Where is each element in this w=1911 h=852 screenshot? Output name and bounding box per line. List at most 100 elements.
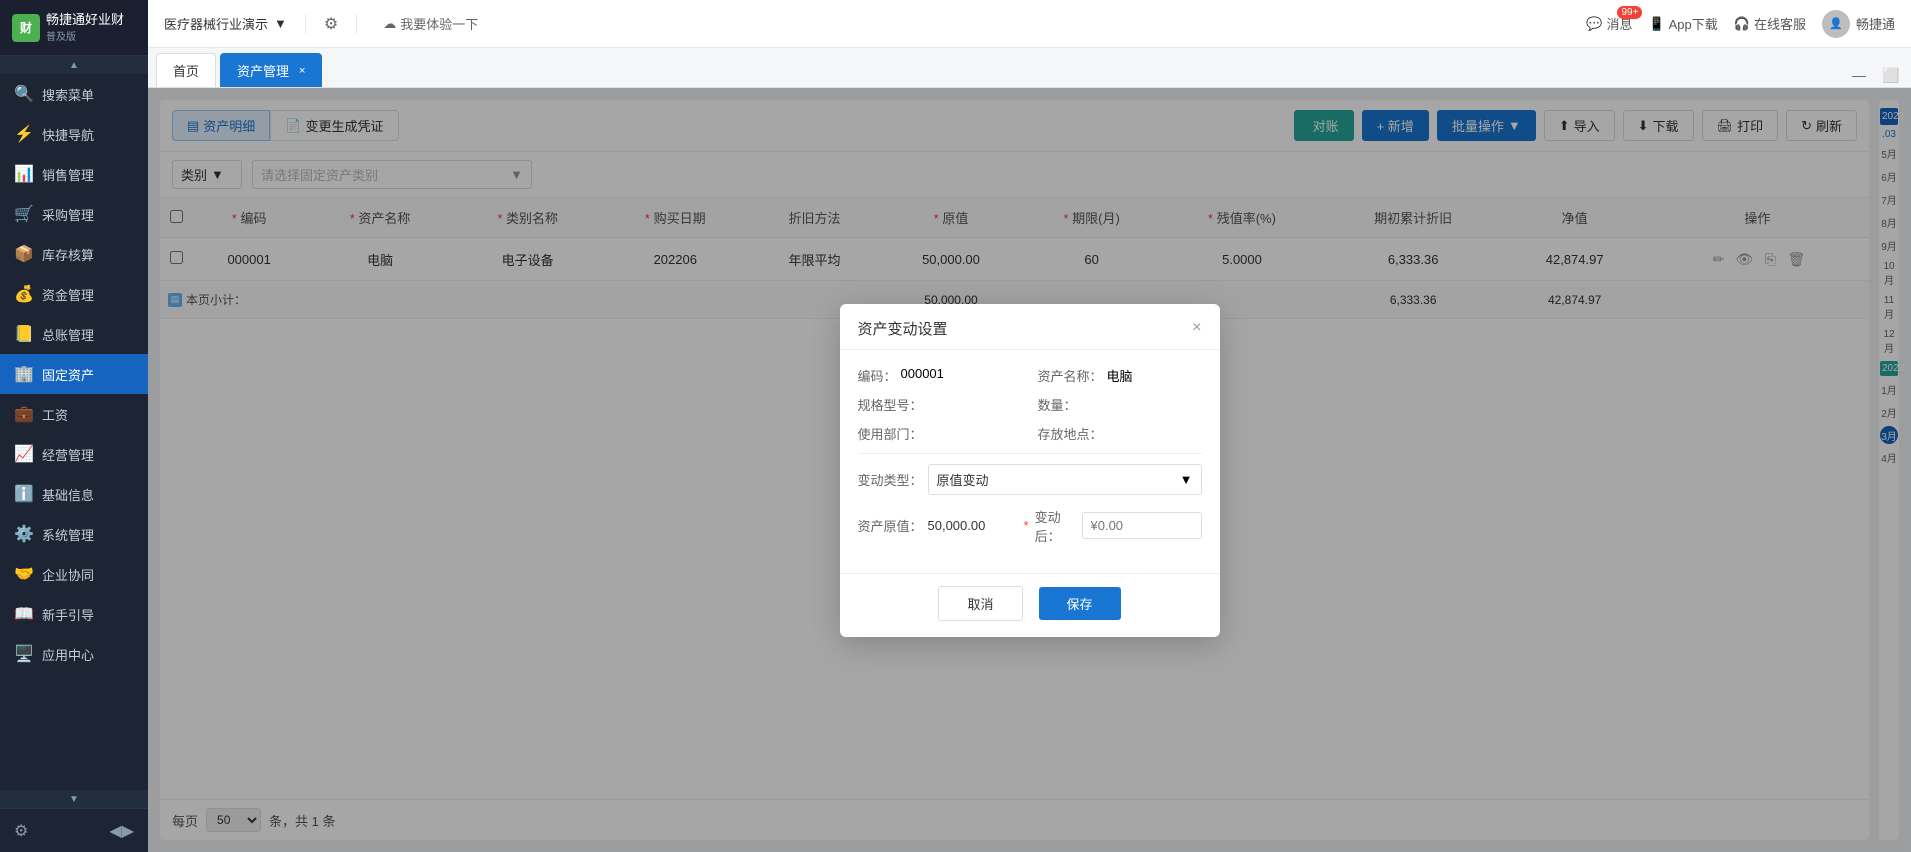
logo-edition: 普及版: [46, 28, 124, 43]
tab-home[interactable]: 首页: [156, 53, 216, 87]
cloud-icon: ☁: [383, 16, 396, 32]
dialog-spec-label: 规格型号：: [858, 395, 923, 414]
dialog-value-row: 资产原值： 50,000.00 * 变动后：: [858, 507, 1202, 545]
tab-home-label: 首页: [173, 61, 199, 80]
change-type-dropdown-icon: ▼: [1180, 472, 1193, 487]
sidebar-item-2[interactable]: 📊 销售管理: [0, 154, 148, 194]
sidebar-label-4: 库存核算: [42, 245, 94, 264]
company-name: 医疗器械行业演示: [164, 14, 268, 33]
logo-icon: 财: [12, 14, 40, 42]
sidebar-item-12[interactable]: 🤝企业协同: [0, 554, 148, 594]
window-maximize-btn[interactable]: ⬜: [1879, 63, 1903, 87]
dialog-spec-row: 规格型号：: [858, 395, 1022, 414]
sidebar-item-11[interactable]: ⚙️系统管理: [0, 514, 148, 554]
sidebar-logo: 财 畅捷通好业财 普及版: [0, 0, 148, 56]
sidebar-label-2: 销售管理: [42, 165, 94, 184]
sidebar-item-3[interactable]: 🛒 采购管理: [0, 194, 148, 234]
sidebar-label-9: 经营管理: [42, 445, 94, 464]
topbar-right: 💬 消息 99+ 📱 App下载 🎧 在线客服 👤 畅捷通: [1586, 10, 1895, 38]
tab-close-icon[interactable]: ×: [299, 65, 305, 77]
sidebar-item-5[interactable]: 💰 资金管理: [0, 274, 148, 314]
dialog-assetname-label: 资产名称：: [1038, 366, 1103, 385]
sidebar-label-13: 新手引导: [42, 605, 94, 624]
dialog-change-type-row: 变动类型： 原值变动 ▼: [858, 464, 1202, 495]
sidebar-label-1: 快捷导航: [42, 125, 94, 144]
dialog-header: 资产变动设置 ×: [840, 304, 1220, 350]
phone-icon: 📱: [1648, 16, 1664, 32]
cancel-btn[interactable]: 取消: [938, 586, 1022, 621]
tab-asset-management-label: 资产管理: [237, 61, 289, 80]
sidebar: 财 畅捷通好业财 普及版 ▲ 🔍 搜索菜单 ⚡ 快捷导航 📊 销售管理 🛒 采购管理 📦库存核算…: [0, 0, 148, 852]
message-badge: 99+: [1617, 6, 1642, 19]
company-selector[interactable]: 医疗器械行业演示 ▼: [164, 14, 287, 33]
save-btn[interactable]: 保存: [1039, 587, 1121, 620]
dialog-divider: [858, 453, 1202, 454]
change-type-select[interactable]: 原值变动 ▼: [928, 464, 1202, 495]
sidebar-icon-8: 💼: [14, 404, 34, 424]
app-download-btn[interactable]: 📱 App下载: [1648, 14, 1717, 33]
sidebar-item-13[interactable]: 📖 新手引导: [0, 594, 148, 634]
tab-asset-management[interactable]: 资产管理 ×: [220, 53, 322, 87]
sidebar-icon-9: 📈: [14, 444, 34, 464]
sidebar-label-7: 固定资产: [42, 365, 94, 384]
headset-icon: 🎧: [1734, 16, 1750, 32]
sidebar-icon-13: 📖: [14, 604, 34, 624]
logo-text: 畅捷通好业财: [46, 12, 124, 28]
dialog-original-label: 资产原值：: [858, 516, 928, 535]
dialog-quantity-row: 数量：: [1038, 395, 1202, 414]
sidebar-icon-5: 💰: [14, 284, 34, 304]
online-service-btn[interactable]: 🎧 在线客服: [1734, 14, 1806, 33]
dialog-after-input[interactable]: [1082, 512, 1202, 539]
sidebar-scroll-down[interactable]: ▼: [0, 790, 148, 808]
sidebar-label-10: 基础信息: [42, 485, 94, 504]
settings-icon[interactable]: ⚙: [14, 821, 28, 841]
sidebar-item-7[interactable]: 🏢 固定资产: [0, 354, 148, 394]
sidebar-icon-1: ⚡: [14, 124, 34, 144]
company-dropdown-icon: ▼: [274, 16, 287, 31]
sidebar-item-6[interactable]: 📒 总账管理: [0, 314, 148, 354]
sidebar-icon-2: 📊: [14, 164, 34, 184]
window-minimize-btn[interactable]: —: [1847, 63, 1871, 87]
dialog-close-btn[interactable]: ×: [1192, 319, 1201, 337]
page-content: ▤ 资产明细 📄 变更生成凭证 对账 + 新增: [148, 88, 1911, 852]
message-icon: 💬: [1586, 16, 1602, 32]
sidebar-item-14[interactable]: 🖥️应用中心: [0, 634, 148, 674]
sidebar-label-6: 总账管理: [42, 325, 94, 344]
sidebar-icon-3: 🛒: [14, 204, 34, 224]
dialog-dept-label: 使用部门：: [858, 424, 923, 443]
sidebar-label-0: 搜索菜单: [42, 85, 94, 104]
modal-overlay: 资产变动设置 × 编码： 000001 资产名称： 电脑: [148, 88, 1911, 852]
collapse-icon[interactable]: ◀▶: [109, 821, 134, 841]
sidebar-scroll-up[interactable]: ▲: [0, 56, 148, 74]
dialog-after-label: 变动后：: [1035, 507, 1076, 545]
sidebar-item-9[interactable]: 📈 经营管理: [0, 434, 148, 474]
sidebar-icon-6: 📒: [14, 324, 34, 344]
message-btn[interactable]: 💬 消息 99+: [1586, 14, 1632, 33]
sidebar-item-1[interactable]: ⚡ 快捷导航: [0, 114, 148, 154]
dialog-change-type-label: 变动类型：: [858, 470, 928, 489]
topbar-settings-icon[interactable]: ⚙: [324, 14, 338, 34]
sidebar-item-8[interactable]: 💼工资: [0, 394, 148, 434]
sidebar-label-5: 资金管理: [42, 285, 94, 304]
username: 畅捷通: [1856, 14, 1895, 33]
sidebar-icon-0: 🔍: [14, 84, 34, 104]
topbar-divider: [305, 14, 306, 34]
tabbar: 首页 资产管理 × — ⬜: [148, 48, 1911, 88]
experience-btn[interactable]: ☁ 我要体验一下: [383, 14, 478, 33]
sidebar-item-0[interactable]: 🔍 搜索菜单: [0, 74, 148, 114]
sidebar-menu: 🔍 搜索菜单 ⚡ 快捷导航 📊 销售管理 🛒 采购管理 📦库存核算 💰 资金管理 📒 总账管理 🏢 固定资产…: [0, 74, 148, 790]
sidebar-item-4[interactable]: 📦库存核算: [0, 234, 148, 274]
dialog-quantity-label: 数量：: [1038, 395, 1077, 414]
sidebar-item-10[interactable]: ℹ️基础信息: [0, 474, 148, 514]
dialog-location-row: 存放地点：: [1038, 424, 1202, 443]
dialog-original-value: 50,000.00: [928, 518, 1018, 533]
dialog-assetname-value: 电脑: [1107, 366, 1133, 385]
sidebar-label-3: 采购管理: [42, 205, 94, 224]
user-menu[interactable]: 👤 畅捷通: [1822, 10, 1895, 38]
dialog-code-value: 000001: [901, 366, 944, 385]
sidebar-label-12: 企业协同: [42, 565, 94, 584]
change-type-value: 原值变动: [937, 470, 1176, 489]
dialog-title: 资产变动设置: [858, 318, 948, 339]
sidebar-icon-7: 🏢: [14, 364, 34, 384]
dialog-dept-row: 使用部门：: [858, 424, 1022, 443]
